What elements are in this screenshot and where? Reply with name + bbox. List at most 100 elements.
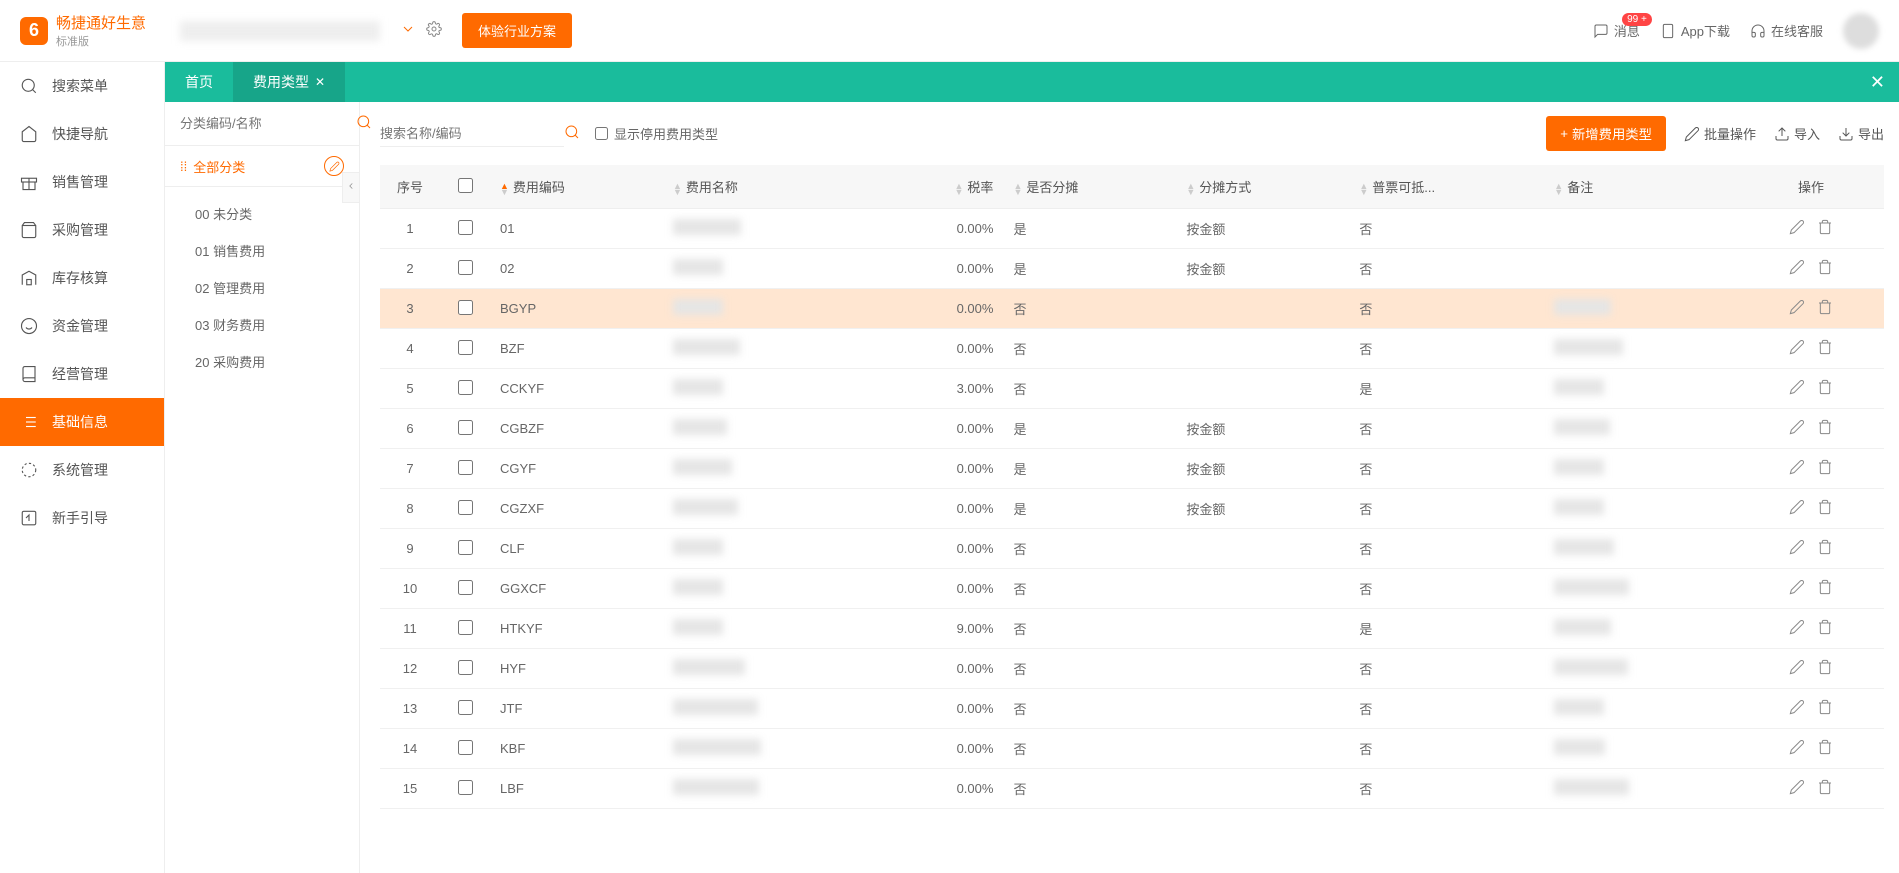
export-link[interactable]: 导出 [1838,124,1884,143]
row-checkbox[interactable] [458,540,473,555]
edit-icon[interactable] [324,156,344,176]
table-row[interactable]: 4 BZF 0.00% 否 否 [380,329,1884,369]
th-checkbox[interactable] [440,165,490,209]
app-download-link[interactable]: App下载 [1660,21,1730,40]
add-button[interactable]: + 新增费用类型 [1546,116,1666,151]
row-checkbox[interactable] [458,700,473,715]
sidebar-item-1[interactable]: 快捷导航 [0,110,164,158]
avatar[interactable] [1843,13,1879,49]
edit-icon[interactable] [1789,779,1805,798]
delete-icon[interactable] [1817,539,1833,558]
import-link[interactable]: 导入 [1774,124,1820,143]
row-checkbox[interactable] [458,780,473,795]
table-row[interactable]: 13 JTF 0.00% 否 否 [380,689,1884,729]
edit-icon[interactable] [1789,539,1805,558]
row-checkbox[interactable] [458,580,473,595]
table-row[interactable]: 14 KBF 0.00% 否 否 [380,729,1884,769]
delete-icon[interactable] [1817,779,1833,798]
tab-bar-close-icon[interactable]: ✕ [1856,72,1899,93]
edit-icon[interactable] [1789,219,1805,238]
th-share[interactable]: ▲▼是否分摊 [1003,165,1176,209]
th-remark[interactable]: ▲▼备注 [1544,165,1738,209]
row-checkbox[interactable] [458,620,473,635]
delete-icon[interactable] [1817,219,1833,238]
sidebar-item-3[interactable]: 采购管理 [0,206,164,254]
sidebar-item-9[interactable]: 新手引导 [0,494,164,542]
close-icon[interactable]: ✕ [315,75,325,89]
sidebar-item-5[interactable]: 资金管理 [0,302,164,350]
edit-icon[interactable] [1789,339,1805,358]
table-row[interactable]: 6 CGBZF 0.00% 是 按金额 否 [380,409,1884,449]
sidebar-item-6[interactable]: 经营管理 [0,350,164,398]
category-search-input[interactable] [180,116,356,131]
sidebar-item-0[interactable]: 搜索菜单 [0,62,164,110]
batch-op-link[interactable]: 批量操作 [1684,124,1756,143]
category-all[interactable]: ⁞⁞ 全部分类 [165,145,359,187]
edit-icon[interactable] [1789,699,1805,718]
edit-icon[interactable] [1789,659,1805,678]
table-row[interactable]: 10 GGXCF 0.00% 否 否 [380,569,1884,609]
tab-1[interactable]: 费用类型✕ [233,62,345,102]
search-icon[interactable] [564,124,580,143]
edit-icon[interactable] [1789,419,1805,438]
category-item-3[interactable]: 03 财务费用 [165,306,359,343]
th-name[interactable]: ▲▼费用名称 [663,165,884,209]
delete-icon[interactable] [1817,379,1833,398]
row-checkbox[interactable] [458,300,473,315]
sidebar-item-7[interactable]: 基础信息 [0,398,164,446]
table-row[interactable]: 15 LBF 0.00% 否 否 [380,769,1884,809]
search-icon[interactable] [356,114,372,133]
th-method[interactable]: ▲▼分摊方式 [1176,165,1349,209]
show-disabled-input[interactable] [595,127,608,140]
table-row[interactable]: 11 HTKYF 9.00% 否 是 [380,609,1884,649]
delete-icon[interactable] [1817,699,1833,718]
message-link[interactable]: 消息 99 + [1593,21,1640,40]
edit-icon[interactable] [1789,499,1805,518]
row-checkbox[interactable] [458,740,473,755]
delete-icon[interactable] [1817,499,1833,518]
delete-icon[interactable] [1817,619,1833,638]
collapse-button[interactable] [342,172,360,203]
delete-icon[interactable] [1817,419,1833,438]
delete-icon[interactable] [1817,659,1833,678]
table-row[interactable]: 3 BGYP 0.00% 否 否 [380,289,1884,329]
edit-icon[interactable] [1789,579,1805,598]
edit-icon[interactable] [1789,299,1805,318]
edit-icon[interactable] [1789,619,1805,638]
table-row[interactable]: 8 CGZXF 0.00% 是 按金额 否 [380,489,1884,529]
experience-button[interactable]: 体验行业方案 [462,13,572,48]
category-item-0[interactable]: 00 未分类 [165,195,359,232]
row-checkbox[interactable] [458,420,473,435]
table-row[interactable]: 12 HYF 0.00% 否 否 [380,649,1884,689]
edit-icon[interactable] [1789,259,1805,278]
row-checkbox[interactable] [458,340,473,355]
table-row[interactable]: 9 CLF 0.00% 否 否 [380,529,1884,569]
row-checkbox[interactable] [458,500,473,515]
search-input[interactable] [380,121,564,147]
edit-icon[interactable] [1789,379,1805,398]
table-row[interactable]: 5 CCKYF 3.00% 否 是 [380,369,1884,409]
category-item-1[interactable]: 01 销售费用 [165,232,359,269]
online-service-link[interactable]: 在线客服 [1750,21,1823,40]
row-checkbox[interactable] [458,220,473,235]
category-item-2[interactable]: 02 管理费用 [165,269,359,306]
gear-icon[interactable] [426,21,442,40]
delete-icon[interactable] [1817,259,1833,278]
table-row[interactable]: 2 02 0.00% 是 按金额 否 [380,249,1884,289]
delete-icon[interactable] [1817,339,1833,358]
table-row[interactable]: 1 01 0.00% 是 按金额 否 [380,209,1884,249]
edit-icon[interactable] [1789,739,1805,758]
row-checkbox[interactable] [458,460,473,475]
row-checkbox[interactable] [458,660,473,675]
table-row[interactable]: 7 CGYF 0.00% 是 按金额 否 [380,449,1884,489]
company-selector[interactable] [180,21,426,41]
tab-0[interactable]: 首页 [165,62,233,102]
th-seq[interactable]: 序号 [380,165,440,209]
sidebar-item-4[interactable]: 库存核算 [0,254,164,302]
edit-icon[interactable] [1789,459,1805,478]
delete-icon[interactable] [1817,739,1833,758]
show-disabled-checkbox[interactable]: 显示停用费用类型 [595,124,718,143]
sidebar-item-8[interactable]: 系统管理 [0,446,164,494]
th-deduct[interactable]: ▲▼普票可抵... [1349,165,1544,209]
row-checkbox[interactable] [458,260,473,275]
